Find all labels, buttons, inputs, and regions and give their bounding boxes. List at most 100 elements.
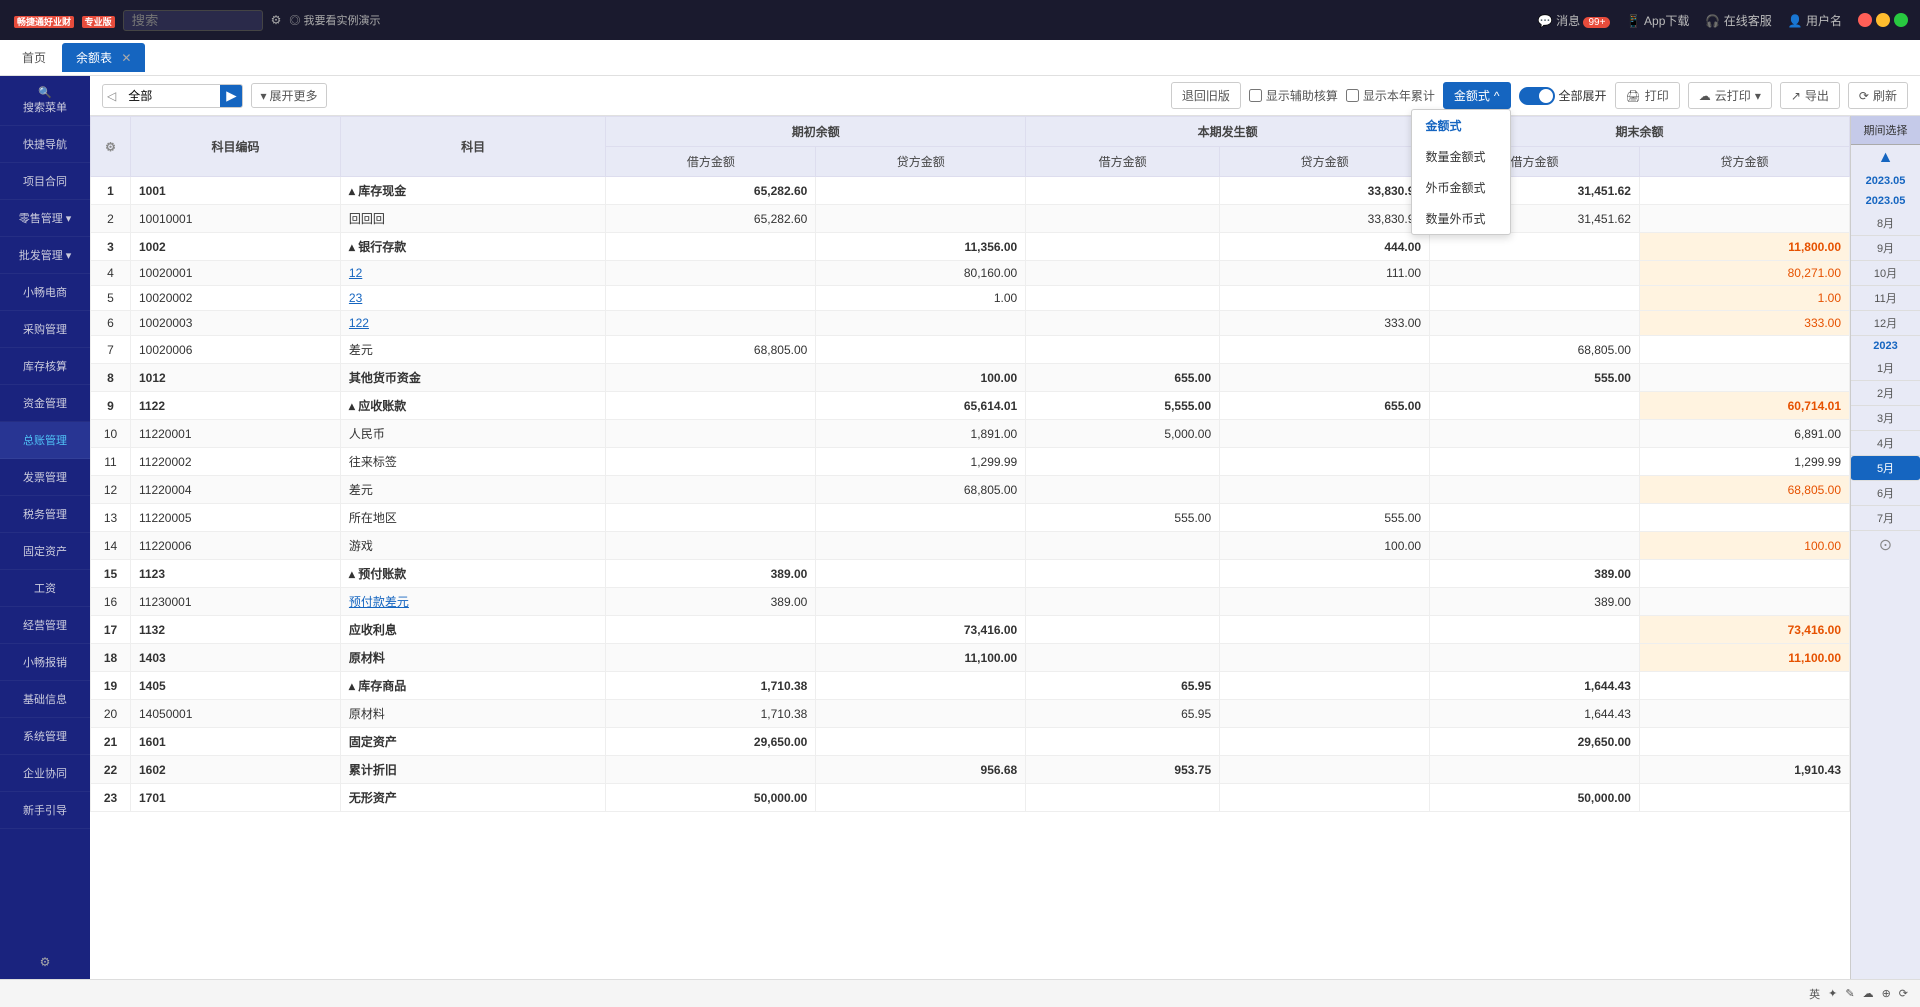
cell-code: 10020001: [131, 261, 341, 286]
cell-curr-credit: 655.00: [1220, 392, 1430, 420]
tab-home[interactable]: 首页: [8, 43, 60, 72]
sidebar-item-payroll[interactable]: 工资: [0, 570, 90, 607]
sidebar-item-capital[interactable]: 资金管理: [0, 385, 90, 422]
search-input[interactable]: [123, 10, 263, 31]
amount-style-option-1[interactable]: 金额式: [1412, 110, 1510, 141]
bottom-icon-1[interactable]: ✦: [1828, 987, 1837, 1000]
month-7[interactable]: 7月: [1851, 506, 1920, 531]
tab-close-icon[interactable]: ✕: [121, 51, 131, 65]
cell-name: 回回回: [340, 205, 605, 233]
table-row: 1111220002往来标签1,299.991,299.99: [91, 448, 1850, 476]
month-8[interactable]: 8月: [1851, 211, 1920, 236]
month-9[interactable]: 9月: [1851, 236, 1920, 261]
table-row: 1411220006游戏100.00100.00: [91, 532, 1850, 560]
sidebar-item-search[interactable]: 🔍搜索菜单: [0, 76, 90, 126]
panel-collapse-icon[interactable]: ⊙: [1851, 531, 1920, 559]
amount-style-option-3[interactable]: 外币金额式: [1412, 172, 1510, 203]
demo-link[interactable]: ◎ 我要看实例演示: [289, 12, 380, 28]
balance-table-container: ⚙ 科目编码 科目 期初余额 本期发生额 期末余额 借方金额 贷方金额 借方金额: [90, 116, 1850, 979]
cell-curr-credit: [1220, 672, 1430, 700]
cell-cb-credit: 73,416.00: [1639, 616, 1849, 644]
panel-prev-year[interactable]: ▲: [1851, 145, 1920, 171]
cell-rownum: 7: [91, 336, 131, 364]
sidebar-item-operations[interactable]: 经营管理: [0, 607, 90, 644]
month-10[interactable]: 10月: [1851, 261, 1920, 286]
cell-cb-credit: 11,100.00: [1639, 644, 1849, 672]
month-12[interactable]: 12月: [1851, 311, 1920, 336]
window-controls: [1858, 13, 1908, 27]
sidebar-item-expense[interactable]: 小畅报销: [0, 644, 90, 681]
sidebar-item-retail[interactable]: 零售管理 ▾: [0, 200, 90, 237]
show-assist-check[interactable]: 显示辅助核算: [1249, 87, 1338, 104]
month-4[interactable]: 4月: [1851, 431, 1920, 456]
win-close-btn[interactable]: [1858, 13, 1872, 27]
table-settings-icon[interactable]: ⚙: [105, 140, 116, 154]
return-old-btn[interactable]: 退回旧版: [1171, 82, 1241, 109]
sidebar-item-purchase[interactable]: 采购管理: [0, 311, 90, 348]
print-btn[interactable]: 🖨 打印: [1615, 82, 1680, 109]
table-row: 1311220005所在地区555.00555.00: [91, 504, 1850, 532]
month-3[interactable]: 3月: [1851, 406, 1920, 431]
sidebar-settings-icon[interactable]: ⚙: [0, 945, 90, 979]
bottom-lang-icon[interactable]: 英: [1809, 986, 1820, 1002]
show-assist-checkbox[interactable]: [1249, 89, 1262, 102]
amount-style-btn[interactable]: 金额式 ^: [1443, 82, 1511, 109]
cell-cb-credit: [1639, 205, 1849, 233]
settings-icon[interactable]: ⚙: [271, 13, 282, 27]
sidebar-item-invoice[interactable]: 发票管理: [0, 459, 90, 496]
sidebar-item-basic-info[interactable]: 基础信息: [0, 681, 90, 718]
tab-balance[interactable]: 余额表 ✕: [62, 43, 145, 72]
cell-curr-debit: [1026, 616, 1220, 644]
month-11[interactable]: 11月: [1851, 286, 1920, 311]
sidebar-item-inventory[interactable]: 库存核算: [0, 348, 90, 385]
show-annual-check[interactable]: 显示本年累计: [1346, 87, 1435, 104]
sidebar-item-collab[interactable]: 企业协同: [0, 755, 90, 792]
cell-ob-credit: 11,100.00: [816, 644, 1026, 672]
sidebar-item-assets[interactable]: 固定资产: [0, 533, 90, 570]
table-row: 11001▴ 库存现金65,282.6033,830.9831,451.62: [91, 177, 1850, 205]
user-avatar[interactable]: 👤 用户名: [1788, 12, 1842, 29]
expand-all-toggle[interactable]: 全部展开: [1519, 87, 1607, 105]
expand-all-switch[interactable]: [1519, 87, 1555, 105]
export-icon: ↗: [1791, 89, 1801, 103]
cell-cb-credit: [1639, 700, 1849, 728]
cell-cb-debit: [1430, 644, 1640, 672]
export-btn[interactable]: ↗ 导出: [1780, 82, 1840, 109]
bottom-icon-2[interactable]: ✎: [1845, 987, 1854, 1000]
month-6[interactable]: 6月: [1851, 481, 1920, 506]
show-annual-checkbox[interactable]: [1346, 89, 1359, 102]
cell-curr-debit: 953.75: [1026, 756, 1220, 784]
table-row: 151123▴ 预付账款389.00389.00: [91, 560, 1850, 588]
month-2[interactable]: 2月: [1851, 381, 1920, 406]
subject-search-confirm[interactable]: ▶: [220, 85, 242, 107]
sidebar-item-ledger[interactable]: 总账管理: [0, 422, 90, 459]
sidebar-item-wholesale[interactable]: 批发管理 ▾: [0, 237, 90, 274]
cell-cb-credit: 11,800.00: [1639, 233, 1849, 261]
sidebar-item-project[interactable]: 项目合同: [0, 163, 90, 200]
bottom-icon-5[interactable]: ⟳: [1899, 987, 1908, 1000]
win-min-btn[interactable]: [1876, 13, 1890, 27]
app-download-btn[interactable]: 📱 App下载: [1626, 12, 1689, 29]
amount-style-dropdown[interactable]: 金额式 ^ 金额式 数量金额式 外币金额式 数量外币式: [1443, 82, 1511, 109]
refresh-btn[interactable]: ⟳ 刷新: [1848, 82, 1908, 109]
month-5[interactable]: 5月: [1851, 456, 1920, 481]
month-1[interactable]: 1月: [1851, 356, 1920, 381]
online-service-btn[interactable]: 🎧 在线客服: [1705, 12, 1771, 29]
table-row: 510020002231.001.00: [91, 286, 1850, 311]
amount-style-option-2[interactable]: 数量金额式: [1412, 141, 1510, 172]
bottom-icon-4[interactable]: ⊕: [1882, 987, 1891, 1000]
message-btn[interactable]: 💬 消息 99+: [1538, 12, 1611, 29]
expand-more-btn[interactable]: ▾ 展开更多: [251, 83, 326, 108]
cell-name: 应收利息: [340, 616, 605, 644]
win-max-btn[interactable]: [1894, 13, 1908, 27]
sidebar-item-ecommerce[interactable]: 小畅电商: [0, 274, 90, 311]
sidebar-item-quick-nav[interactable]: 快捷导航: [0, 126, 90, 163]
col-cb-credit: 贷方金额: [1639, 147, 1849, 177]
amount-style-option-4[interactable]: 数量外币式: [1412, 203, 1510, 234]
cloud-print-btn[interactable]: ☁ 云打印 ▾: [1688, 82, 1772, 109]
subject-search-input[interactable]: [120, 86, 220, 106]
sidebar-item-tax[interactable]: 税务管理: [0, 496, 90, 533]
sidebar-item-newbie[interactable]: 新手引导: [0, 792, 90, 829]
sidebar-item-system[interactable]: 系统管理: [0, 718, 90, 755]
bottom-icon-3[interactable]: ☁: [1863, 987, 1874, 1000]
